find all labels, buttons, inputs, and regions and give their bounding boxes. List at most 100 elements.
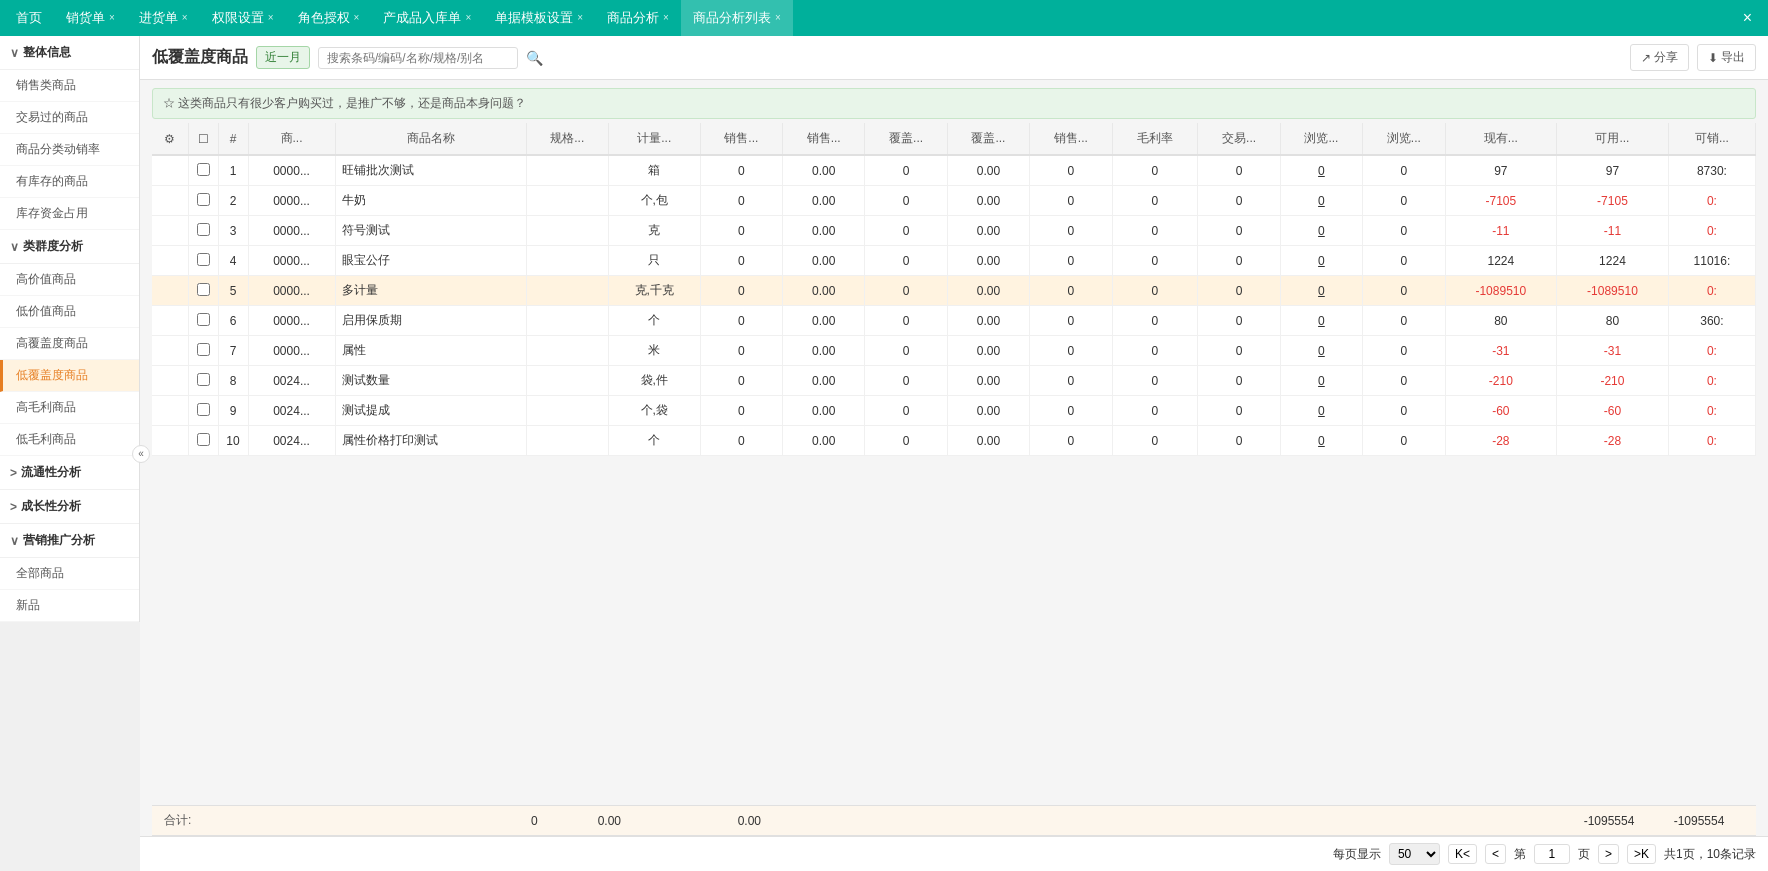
cell-checkbox[interactable]	[188, 366, 218, 396]
row-checkbox[interactable]	[197, 403, 210, 416]
close-icon[interactable]: ×	[268, 0, 274, 36]
cell-browse1[interactable]: 0	[1280, 155, 1362, 186]
row-checkbox[interactable]	[197, 343, 210, 356]
column-coverage1[interactable]: 覆盖...	[865, 123, 947, 155]
search-icon[interactable]: 🔍	[526, 50, 543, 66]
sidebar-item-high-margin[interactable]: 高毛利商品	[0, 392, 139, 424]
cell-browse1[interactable]: 0	[1280, 336, 1362, 366]
column-current-stock[interactable]: 现有...	[1445, 123, 1557, 155]
column-browse1[interactable]: 浏览...	[1280, 123, 1362, 155]
export-button[interactable]: ⬇ 导出	[1697, 44, 1756, 71]
cell-checkbox[interactable]	[188, 186, 218, 216]
nav-tab-permissions[interactable]: 权限设置 ×	[200, 0, 286, 36]
nav-tab-sales[interactable]: 销货单 ×	[54, 0, 127, 36]
column-trade[interactable]: 交易...	[1198, 123, 1280, 155]
sidebar-collapse-button[interactable]: «	[132, 445, 150, 463]
row-checkbox[interactable]	[197, 193, 210, 206]
close-icon[interactable]: ×	[354, 0, 360, 36]
date-filter-button[interactable]: 近一月	[256, 46, 310, 69]
row-checkbox[interactable]	[197, 253, 210, 266]
cell-checkbox[interactable]	[188, 396, 218, 426]
sidebar-section-overall[interactable]: ∨ 整体信息	[0, 36, 139, 70]
sidebar-item-high-value[interactable]: 高价值商品	[0, 264, 139, 296]
column-unit[interactable]: 计量...	[608, 123, 700, 155]
close-icon[interactable]: ×	[465, 0, 471, 36]
sidebar-item-traded-goods[interactable]: 交易过的商品	[0, 102, 139, 134]
next-page-button[interactable]: >	[1598, 844, 1619, 864]
column-available-stock[interactable]: 可用...	[1557, 123, 1669, 155]
nav-tab-home[interactable]: 首页	[4, 0, 54, 36]
sidebar-section-growth[interactable]: > 成长性分析	[0, 490, 139, 524]
page-number-input[interactable]	[1534, 844, 1570, 864]
cell-cov2: 0.00	[947, 186, 1029, 216]
close-icon[interactable]: ×	[663, 0, 669, 36]
cell-checkbox[interactable]	[188, 246, 218, 276]
row-checkbox[interactable]	[197, 283, 210, 296]
nav-tab-product-analysis[interactable]: 商品分析 ×	[595, 0, 681, 36]
sidebar-item-stocked-goods[interactable]: 有库存的商品	[0, 166, 139, 198]
row-checkbox[interactable]	[197, 433, 210, 446]
close-icon[interactable]: ×	[109, 0, 115, 36]
cell-checkbox[interactable]	[188, 306, 218, 336]
first-page-button[interactable]: K<	[1448, 844, 1477, 864]
nav-tab-template[interactable]: 单据模板设置 ×	[483, 0, 595, 36]
cell-checkbox[interactable]	[188, 276, 218, 306]
sidebar-item-low-margin[interactable]: 低毛利商品	[0, 424, 139, 456]
last-page-button[interactable]: >K	[1627, 844, 1656, 864]
cell-name: 属性价格打印测试	[335, 426, 526, 456]
cell-browse1[interactable]: 0	[1280, 306, 1362, 336]
cell-browse1[interactable]: 0	[1280, 186, 1362, 216]
data-table-wrapper[interactable]: ⚙ ☐ # 商... 商品名称 规格... 计量... 销售... 销售... …	[152, 123, 1756, 805]
sidebar-section-marketing[interactable]: ∨ 营销推广分析	[0, 524, 139, 558]
cell-checkbox[interactable]	[188, 426, 218, 456]
row-checkbox[interactable]	[197, 373, 210, 386]
cell-browse1[interactable]: 0	[1280, 276, 1362, 306]
nav-tab-roles[interactable]: 角色授权 ×	[286, 0, 372, 36]
search-input[interactable]	[318, 47, 518, 69]
row-checkbox[interactable]	[197, 313, 210, 326]
per-page-select[interactable]: 50 100 200	[1389, 843, 1440, 865]
prev-page-button[interactable]: <	[1485, 844, 1506, 864]
column-sales-amt[interactable]: 销售...	[783, 123, 865, 155]
chevron-right-icon: >	[10, 466, 17, 480]
cell-browse1[interactable]: 0	[1280, 216, 1362, 246]
column-sales3[interactable]: 销售...	[1030, 123, 1112, 155]
column-code[interactable]: 商...	[248, 123, 335, 155]
nav-tab-warehouse[interactable]: 产成品入库单 ×	[371, 0, 483, 36]
sidebar-section-cluster[interactable]: ∨ 类群度分析	[0, 230, 139, 264]
column-sellable[interactable]: 可销...	[1668, 123, 1755, 155]
column-browse2[interactable]: 浏览...	[1363, 123, 1445, 155]
sidebar-item-high-coverage[interactable]: 高覆盖度商品	[0, 328, 139, 360]
column-checkbox[interactable]: ☐	[188, 123, 218, 155]
column-sales-qty[interactable]: 销售...	[700, 123, 782, 155]
sidebar-item-low-value[interactable]: 低价值商品	[0, 296, 139, 328]
sidebar-item-all-goods[interactable]: 全部商品	[0, 558, 139, 590]
sidebar-item-category-rate[interactable]: 商品分类动销率	[0, 134, 139, 166]
sidebar-item-new-goods[interactable]: 新品	[0, 590, 139, 622]
sidebar-item-sales-goods[interactable]: 销售类商品	[0, 70, 139, 102]
column-settings[interactable]: ⚙	[152, 123, 188, 155]
close-icon[interactable]: ×	[577, 0, 583, 36]
nav-tab-purchase[interactable]: 进货单 ×	[127, 0, 200, 36]
share-button[interactable]: ↗ 分享	[1630, 44, 1689, 71]
column-name[interactable]: 商品名称	[335, 123, 526, 155]
close-icon[interactable]: ×	[182, 0, 188, 36]
cell-browse1[interactable]: 0	[1280, 396, 1362, 426]
column-gross-margin[interactable]: 毛利率	[1112, 123, 1198, 155]
row-checkbox[interactable]	[197, 163, 210, 176]
column-coverage2[interactable]: 覆盖...	[947, 123, 1029, 155]
cell-browse1[interactable]: 0	[1280, 246, 1362, 276]
sidebar-item-capital-usage[interactable]: 库存资金占用	[0, 198, 139, 230]
cell-browse1[interactable]: 0	[1280, 366, 1362, 396]
cell-checkbox[interactable]	[188, 336, 218, 366]
row-checkbox[interactable]	[197, 223, 210, 236]
window-close-button[interactable]: ×	[1731, 9, 1764, 27]
cell-checkbox[interactable]	[188, 155, 218, 186]
close-icon[interactable]: ×	[775, 0, 781, 36]
nav-tab-product-analysis-list[interactable]: 商品分析列表 ×	[681, 0, 793, 36]
cell-checkbox[interactable]	[188, 216, 218, 246]
cell-browse1[interactable]: 0	[1280, 426, 1362, 456]
sidebar-item-low-coverage[interactable]: 低覆盖度商品	[0, 360, 139, 392]
sidebar-section-flow[interactable]: > 流通性分析	[0, 456, 139, 490]
column-spec[interactable]: 规格...	[526, 123, 608, 155]
